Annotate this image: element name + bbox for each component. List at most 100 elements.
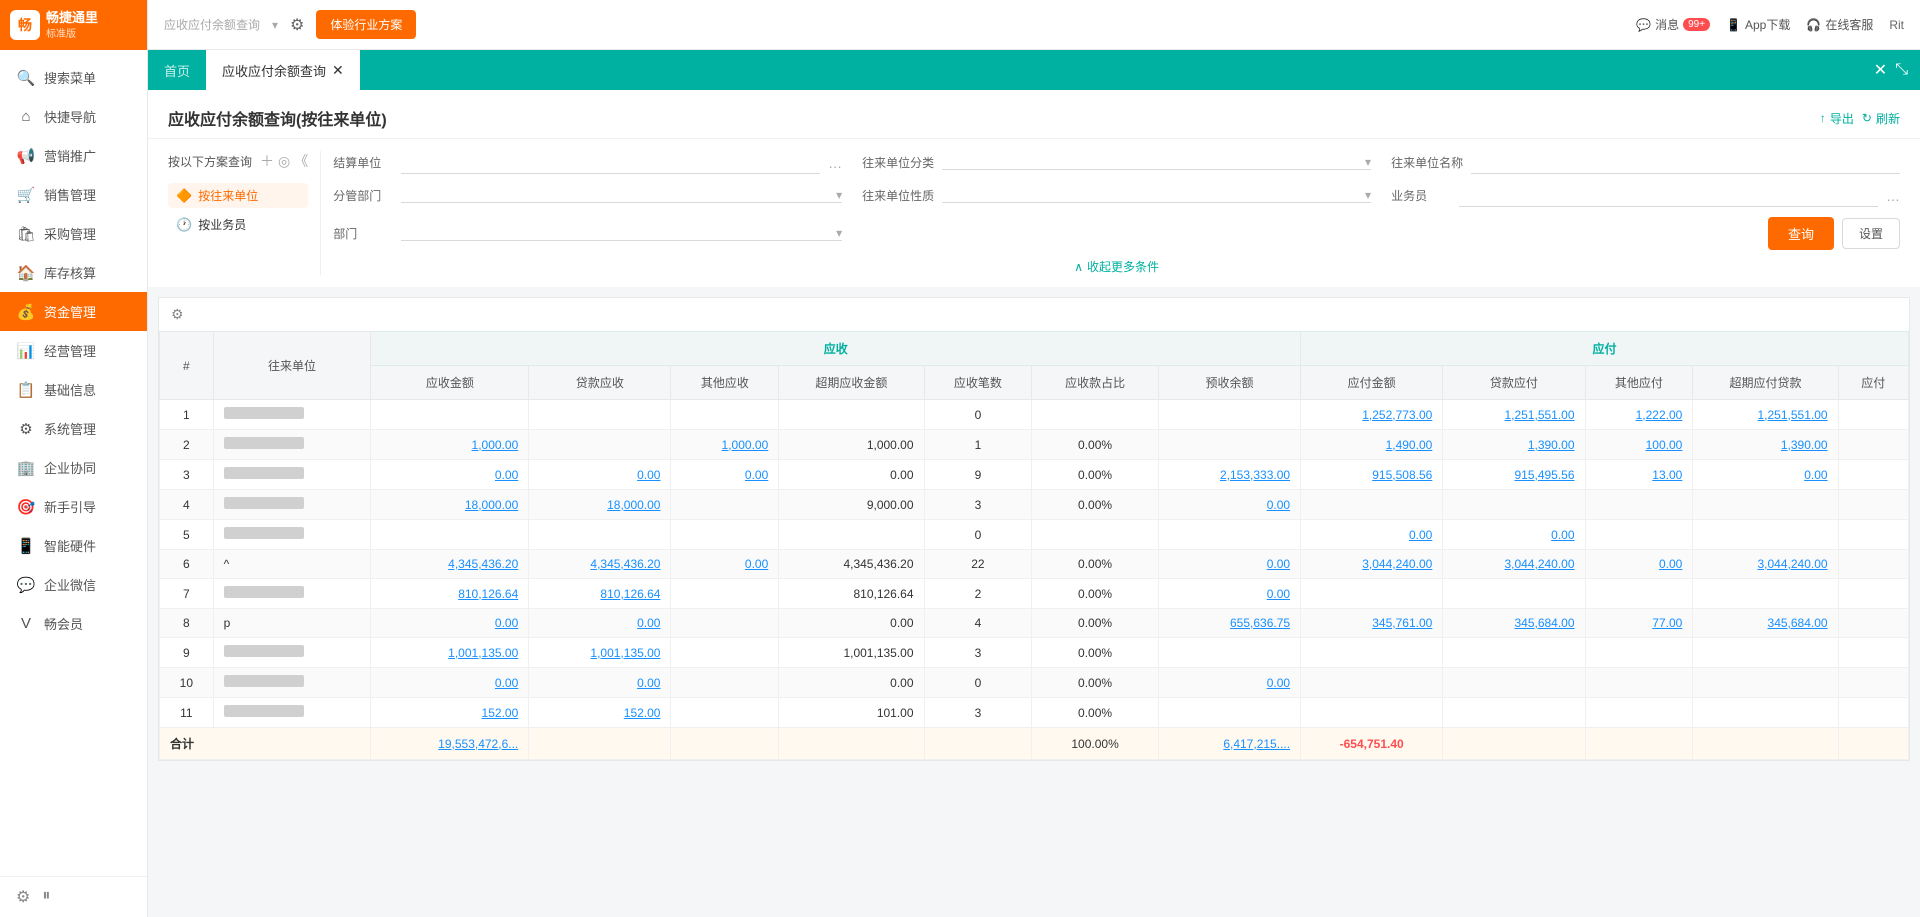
message-icon: 💬 [1636,18,1651,32]
table-row: 8p0.000.000.0040.00%655,636.75345,761.00… [160,609,1909,638]
col-ap-remaining: 应付 [1838,366,1908,400]
footer-ar-loan [529,728,671,760]
system-icon: ⚙ [16,420,36,438]
topbar-breadcrumb: 应收应付余额查询 [164,16,260,33]
tabbar: 首页 应收应付余额查询 ✕ ✕ ⤡ [148,50,1920,90]
sidebar-item-quick-nav[interactable]: ⌂ 快捷导航 [0,97,147,136]
dept-manager-input[interactable] [401,188,836,202]
sidebar-item-smart-hw[interactable]: 📱 智能硬件 [0,526,147,565]
refresh-button[interactable]: ↻ 刷新 [1862,110,1900,127]
topbar-dropdown-arrow[interactable]: ▾ [272,18,278,32]
filter-unit-nature: 往来单位性质 ▾ [862,184,1371,207]
app-download-button[interactable]: 📱 App下载 [1726,16,1790,33]
filter-target-button[interactable]: ◎ [278,151,290,171]
dept-select-wrap: ▾ [401,226,842,241]
settlement-unit-dots[interactable]: … [828,155,842,171]
tab-home[interactable]: 首页 [148,50,206,90]
salesperson-input[interactable] [1459,184,1878,207]
unit-category-input[interactable] [942,155,1365,169]
filter-dept: 部门 ▾ [333,217,842,250]
messages-button[interactable]: 💬 消息 99+ [1636,16,1710,33]
export-icon: ↑ [1820,111,1826,125]
col-ar-loan: 贷款应收 [529,366,671,400]
promo-button[interactable]: 体验行业方案 [316,10,416,39]
table-row: 101,252,773.001,251,551.001,222.001,251,… [160,400,1909,430]
tab-ar-ap[interactable]: 应收应付余额查询 ✕ [206,50,360,90]
collapse-button[interactable]: ∧ 收起更多条件 [1074,258,1159,275]
export-button[interactable]: ↑ 导出 [1820,110,1854,127]
settlement-unit-input[interactable] [401,151,820,174]
dept-chevron[interactable]: ▾ [836,226,842,240]
sidebar-item-search-menu[interactable]: 🔍 搜索菜单 [0,58,147,97]
sidebar-collapse-icon[interactable]: ⏸ [42,887,50,907]
operation-icon: 📊 [16,342,36,360]
unit-category-chevron[interactable]: ▾ [1365,155,1371,169]
filter-collapse: ∧ 收起更多条件 [333,258,1900,275]
query-button[interactable]: 查询 [1768,217,1834,250]
table-row: 418,000.0018,000.009,000.0030.00%0.00 [160,490,1909,520]
sidebar-item-basic-info[interactable]: 📋 基础信息 [0,370,147,409]
col-ar-overdue: 超期应收金额 [779,366,924,400]
sidebar-item-marketing[interactable]: 📢 营销推广 [0,136,147,175]
footer-ar-prepay[interactable]: 6,417,215.... [1158,728,1300,760]
marketing-icon: 📢 [16,147,36,165]
set-button[interactable]: 设置 [1842,218,1900,249]
service-button[interactable]: 🎧 在线客服 [1806,16,1873,33]
unit-nature-chevron[interactable]: ▾ [1365,188,1371,202]
footer-ar-other [671,728,779,760]
salesperson-dots[interactable]: … [1886,188,1900,204]
tab-close-all-icon[interactable]: ✕ [1874,60,1887,80]
filter-collapse-left-button[interactable]: 《 [294,151,308,171]
table-row: 100.000.000.0000.00%0.00 [160,668,1909,698]
filter-add-button[interactable]: ＋ [260,151,274,171]
sidebar-item-inventory[interactable]: 🏠 库存核算 [0,253,147,292]
dept-manager-select-wrap: ▾ [401,188,842,203]
partner-cell [213,579,371,609]
unit-nature-select-wrap: ▾ [942,188,1371,203]
sidebar-item-operation[interactable]: 📊 经营管理 [0,331,147,370]
logo-icon: 畅 [10,10,40,40]
sales-icon: 🛒 [16,186,36,204]
tab-close-icon[interactable]: ✕ [332,62,344,79]
table-row: 6^4,345,436.204,345,436.200.004,345,436.… [160,550,1909,579]
partner-cell [213,668,371,698]
filter-label: 按以下方案查询 [168,153,252,170]
sidebar-item-wechat[interactable]: 💬 企业微信 [0,565,147,604]
filter-tab-by-staff[interactable]: 🕐 按业务员 [168,212,308,237]
table-scroll: # 往来单位 应收 应付 应收金额 贷款应收 其他应收 超期应收金额 应收笔数 … [159,331,1909,760]
col-ap-group: 应付 [1301,332,1909,366]
table-row: 11152.00152.00101.0030.00% [160,698,1909,728]
unit-nature-input[interactable] [942,188,1365,202]
filter-tab-by-unit[interactable]: 🔶 按往来单位 [168,183,308,208]
sidebar-item-system[interactable]: ⚙ 系统管理 [0,409,147,448]
partner-cell: ^ [213,550,371,579]
by-unit-icon: 🔶 [176,188,192,204]
dept-input[interactable] [401,226,836,240]
sidebar-logo: 畅 畅捷通里 标准版 [0,0,147,50]
col-ar-amount: 应收金额 [371,366,529,400]
sidebar-item-vip[interactable]: V 畅会员 [0,604,147,643]
unit-category-select-wrap: ▾ [942,155,1371,170]
enterprise-icon: 🏢 [16,459,36,477]
sidebar-item-finance[interactable]: 💰 资金管理 [0,292,147,331]
user-name[interactable]: Rit [1889,18,1904,32]
tab-expand-icon[interactable]: ⤡ [1895,61,1908,79]
page-title: 应收应付余额查询(按往来单位) [168,106,387,130]
wechat-icon: 💬 [16,576,36,594]
sidebar-item-enterprise[interactable]: 🏢 企业协同 [0,448,147,487]
table-settings-icon[interactable]: ⚙ [171,306,184,323]
logo-text: 畅捷通里 标准版 [46,10,98,41]
filter-settlement-unit: 结算单位 … [333,151,842,174]
sidebar-item-purchase[interactable]: 🛍 采购管理 [0,214,147,253]
sidebar-settings-icon[interactable]: ⚙ [16,887,30,907]
table-container: ⚙ # 往来单位 应收 应付 应收金额 贷款应收 其他应收 超期应收金额 [158,297,1910,761]
sidebar-item-sales[interactable]: 🛒 销售管理 [0,175,147,214]
service-icon: 🎧 [1806,18,1821,32]
filter-area: 按以下方案查询 ＋ ◎ 《 🔶 按往来单位 🕐 按业务员 [148,139,1920,287]
topbar-settings-icon[interactable]: ⚙ [290,15,304,35]
sidebar-bottom: ⚙ ⏸ [0,876,147,917]
footer-ar-amount[interactable]: 19,553,472,6... [371,728,529,760]
sidebar-item-newbie[interactable]: 🎯 新手引导 [0,487,147,526]
dept-manager-chevron[interactable]: ▾ [836,188,842,202]
unit-name-input[interactable] [1471,151,1900,174]
